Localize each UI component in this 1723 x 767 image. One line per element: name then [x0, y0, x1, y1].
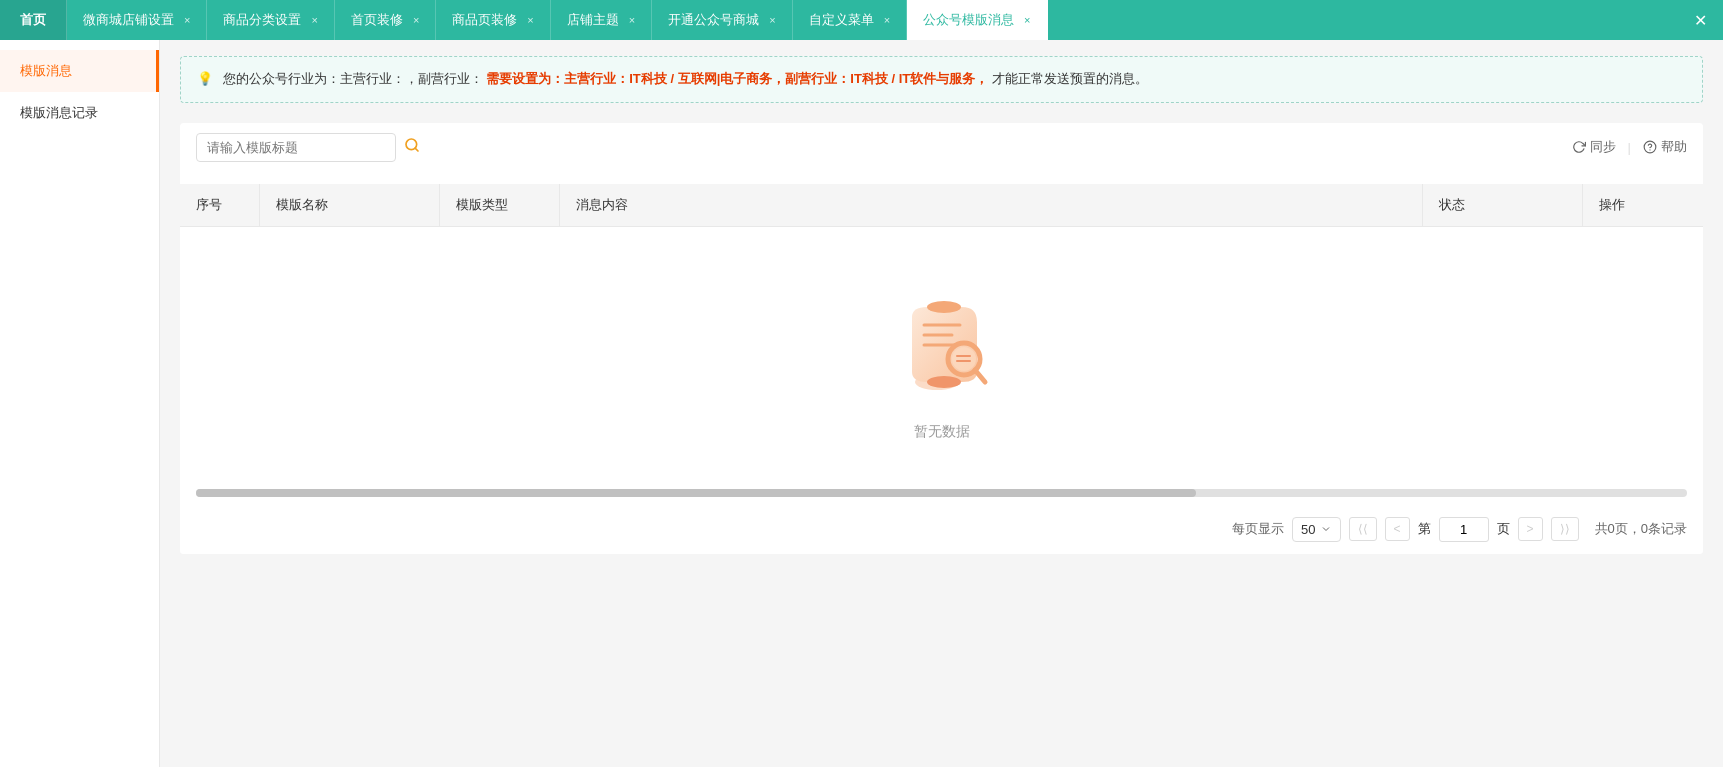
search-icon — [404, 137, 420, 153]
tab-open-wechat-shop[interactable]: 开通公众号商城 × — [652, 0, 792, 40]
tab-custom-menu-label: 自定义菜单 — [809, 11, 874, 29]
col-index: 序号 — [180, 184, 260, 226]
tab-homepage-design[interactable]: 首页装修 × — [335, 0, 436, 40]
svg-point-9 — [927, 376, 961, 388]
page-size-label: 每页显示 — [1232, 520, 1284, 538]
tab-product-category-close[interactable]: × — [311, 14, 317, 26]
tab-bar: 首页 微商城店铺设置 × 商品分类设置 × 首页装修 × 商品页装修 × 店铺主… — [0, 0, 1723, 40]
tab-weshop-label: 微商城店铺设置 — [83, 11, 174, 29]
page-first-button[interactable]: ⟨⟨ — [1349, 517, 1377, 541]
page-prev-button[interactable]: < — [1385, 517, 1410, 541]
page-last-button[interactable]: ⟩⟩ — [1551, 517, 1579, 541]
toolbar: 同步 | 帮助 — [180, 123, 1703, 172]
page-prefix: 第 — [1418, 520, 1431, 538]
main-layout: 模版消息 模版消息记录 💡 您的公众号行业为：主营行业：，副营行业： 需要设置为… — [0, 40, 1723, 767]
tab-open-wechat-shop-close[interactable]: × — [769, 14, 775, 26]
table-container: 同步 | 帮助 序号 模版名称 模版类 — [180, 123, 1703, 554]
col-name: 模版名称 — [260, 184, 440, 226]
tab-product-design-label: 商品页装修 — [452, 11, 517, 29]
tab-shop-theme-label: 店铺主题 — [567, 11, 619, 29]
toolbar-right: 同步 | 帮助 — [1572, 138, 1687, 156]
tab-custom-menu[interactable]: 自定义菜单 × — [793, 0, 907, 40]
notice-icon: 💡 — [197, 71, 213, 86]
tab-product-design-close[interactable]: × — [527, 14, 533, 26]
notice-box: 💡 您的公众号行业为：主营行业：，副营行业： 需要设置为：主营行业：IT科技 /… — [180, 56, 1703, 103]
tab-weshop-settings[interactable]: 微商城店铺设置 × — [67, 0, 207, 40]
tab-product-category-label: 商品分类设置 — [223, 11, 301, 29]
sync-label: 同步 — [1590, 138, 1616, 156]
search-button[interactable] — [404, 137, 420, 157]
sidebar: 模版消息 模版消息记录 — [0, 40, 160, 767]
sync-button[interactable]: 同步 — [1572, 138, 1616, 156]
page-total: 共0页，0条记录 — [1595, 520, 1687, 538]
tab-product-design[interactable]: 商品页装修 × — [436, 0, 550, 40]
page-next-button[interactable]: > — [1518, 517, 1543, 541]
content-area: 💡 您的公众号行业为：主营行业：，副营行业： 需要设置为：主营行业：IT科技 /… — [160, 40, 1723, 767]
page-size-select[interactable]: 50 — [1292, 517, 1340, 542]
tab-home-label: 首页 — [20, 11, 46, 29]
tab-bar-close-all[interactable]: ✕ — [1678, 11, 1723, 30]
empty-icon — [882, 287, 1002, 407]
svg-line-12 — [975, 370, 985, 382]
tab-homepage-design-label: 首页装修 — [351, 11, 403, 29]
tab-template-message[interactable]: 公众号模版消息 × — [907, 0, 1047, 40]
svg-line-1 — [415, 148, 418, 151]
col-action: 操作 — [1583, 184, 1703, 226]
page-number-input[interactable] — [1439, 517, 1489, 542]
chevron-down-icon — [1320, 523, 1332, 535]
notice-suffix: 才能正常发送预置的消息。 — [992, 71, 1148, 86]
help-button[interactable]: 帮助 — [1643, 138, 1687, 156]
tab-home[interactable]: 首页 — [0, 0, 67, 40]
tab-homepage-design-close[interactable]: × — [413, 14, 419, 26]
tab-shop-theme[interactable]: 店铺主题 × — [551, 0, 652, 40]
notice-highlight: 需要设置为：主营行业：IT科技 / 互联网|电子商务，副营行业：IT科技 / I… — [486, 71, 988, 86]
svg-point-8 — [927, 301, 961, 313]
sidebar-item-template-msg-label: 模版消息 — [20, 63, 72, 78]
notice-prefix: 您的公众号行业为：主营行业：，副营行业： — [223, 71, 483, 86]
empty-text: 暂无数据 — [914, 423, 970, 441]
table-header: 序号 模版名称 模版类型 消息内容 状态 操作 — [180, 184, 1703, 227]
empty-state: 暂无数据 — [180, 227, 1703, 481]
sidebar-item-template-msg-record[interactable]: 模版消息记录 — [0, 92, 159, 134]
tab-shop-theme-close[interactable]: × — [629, 14, 635, 26]
col-type: 模版类型 — [440, 184, 560, 226]
col-status: 状态 — [1423, 184, 1583, 226]
sidebar-item-template-msg-record-label: 模版消息记录 — [20, 105, 98, 120]
help-icon — [1643, 140, 1657, 154]
tab-open-wechat-shop-label: 开通公众号商城 — [668, 11, 759, 29]
help-label: 帮助 — [1661, 138, 1687, 156]
tab-template-message-close[interactable]: × — [1024, 14, 1030, 26]
tab-template-message-label: 公众号模版消息 — [923, 11, 1014, 29]
col-content: 消息内容 — [560, 184, 1423, 226]
scrollbar-thumb[interactable] — [196, 489, 1196, 497]
search-area — [196, 133, 420, 162]
tab-weshop-close[interactable]: × — [184, 14, 190, 26]
sidebar-item-template-msg[interactable]: 模版消息 — [0, 50, 159, 92]
horizontal-scrollbar[interactable] — [196, 489, 1687, 497]
pagination: 每页显示 50 ⟨⟨ < 第 页 > ⟩⟩ 共0页，0条记录 — [180, 505, 1703, 554]
refresh-icon — [1572, 140, 1586, 154]
page-suffix: 页 — [1497, 520, 1510, 538]
tab-product-category[interactable]: 商品分类设置 × — [207, 0, 334, 40]
tab-custom-menu-close[interactable]: × — [884, 14, 890, 26]
svg-point-11 — [952, 347, 976, 371]
page-size-value: 50 — [1301, 522, 1315, 537]
search-input[interactable] — [196, 133, 396, 162]
toolbar-divider: | — [1628, 140, 1631, 155]
